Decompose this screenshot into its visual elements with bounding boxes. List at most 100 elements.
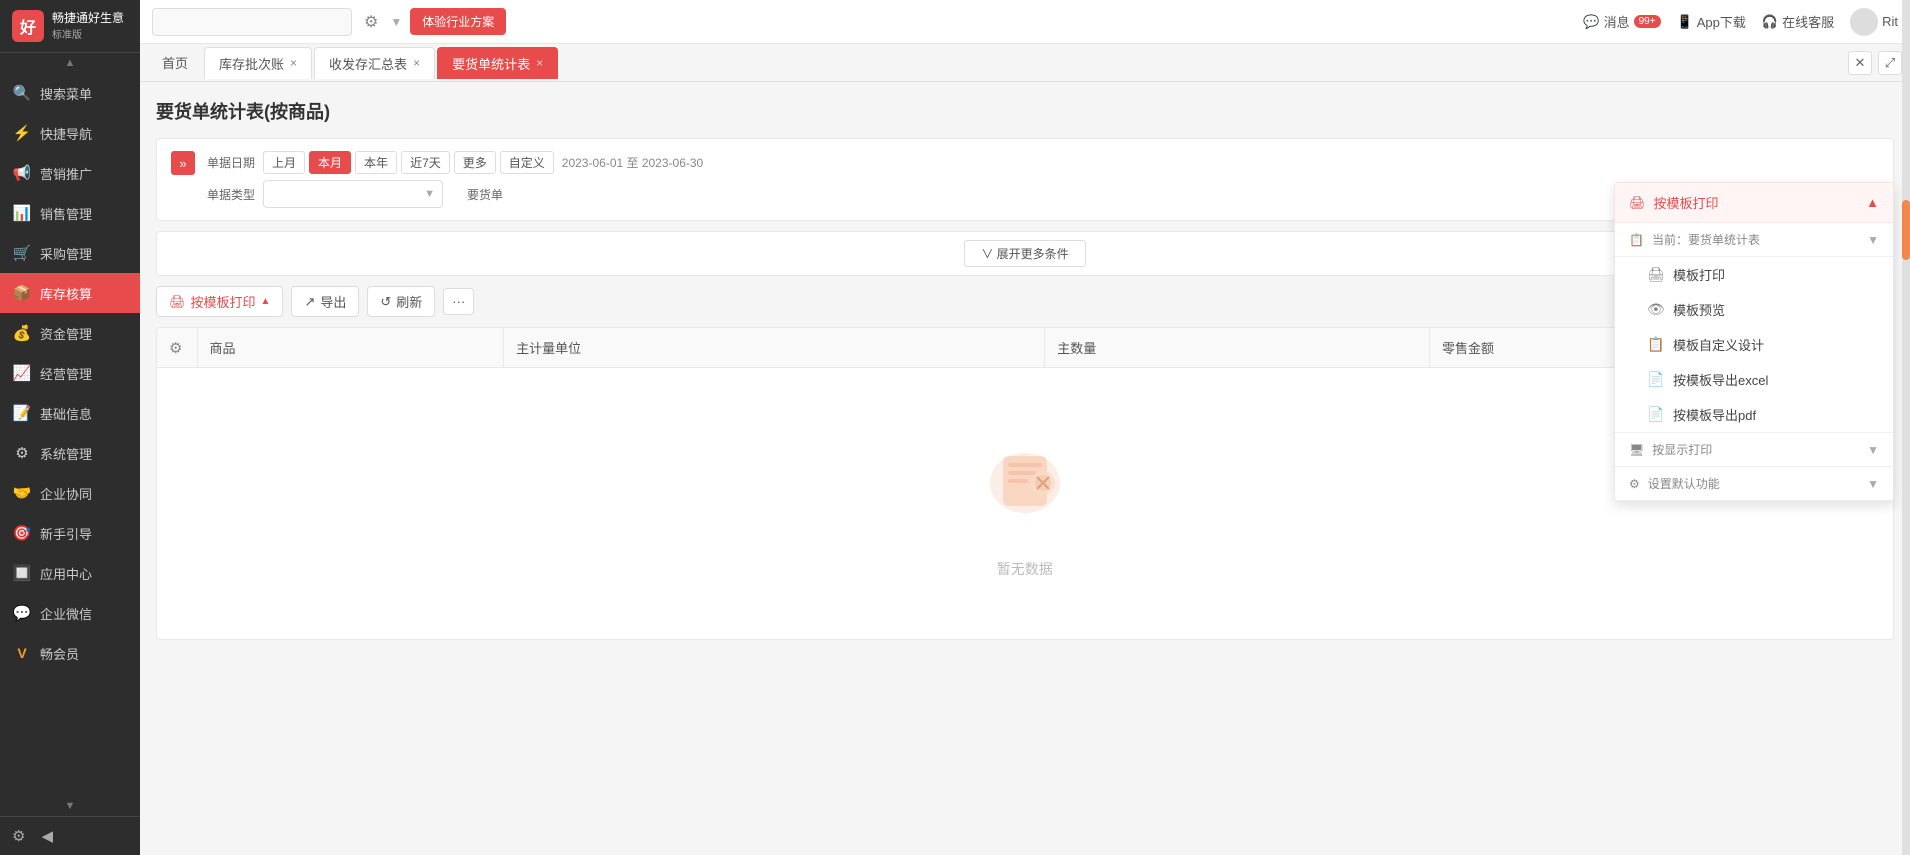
refresh-button[interactable]: ↺ 刷新 <box>367 286 435 317</box>
dropdown-header[interactable]: 🖨 按模板打印 ▲ <box>1615 183 1893 223</box>
pdf-icon: 📄 <box>1647 406 1665 423</box>
date-btn-custom[interactable]: 自定义 <box>500 151 554 174</box>
page-title: 要货单统计表(按商品) <box>156 98 1894 124</box>
template-design-item[interactable]: 📋 模板自定义设计 <box>1615 327 1893 362</box>
operation-icon: 📈 <box>12 363 32 383</box>
trial-button[interactable]: 体验行业方案 <box>410 8 506 35</box>
system-icon: ⚙ <box>12 443 32 463</box>
design-icon: 📋 <box>1647 336 1665 353</box>
tab-close-all-button[interactable]: ✕ <box>1848 51 1872 75</box>
online-service-item[interactable]: 🎧 在线客服 <box>1762 12 1834 31</box>
sales-icon: 📊 <box>12 203 32 223</box>
main-area: ⚙ ▼ 体验行业方案 💬 消息 99+ 📱 App下载 🎧 在线客服 Rit <box>140 0 1910 855</box>
sidebar-item-inventory[interactable]: 📦 库存核算 <box>0 273 140 313</box>
print-button[interactable]: 🖨 按模板打印 ▲ <box>156 286 283 317</box>
template-export-pdf-item[interactable]: 📄 按模板导出pdf <box>1615 397 1893 432</box>
printer-icon: 🖨 <box>1629 195 1646 211</box>
template-export-excel-item[interactable]: 📄 按模板导出excel <box>1615 362 1893 397</box>
template-export-pdf-label: 按模板导出pdf <box>1673 405 1756 424</box>
sidebar-scroll-up[interactable]: ▲ <box>0 53 140 73</box>
tab-receipt-summary[interactable]: 收发存汇总表 × <box>314 47 435 79</box>
sidebar-item-search[interactable]: 🔍 搜索菜单 <box>0 73 140 113</box>
tab-home[interactable]: 首页 <box>148 47 202 79</box>
tab-receipt-summary-close[interactable]: × <box>413 56 420 70</box>
template-export-excel-label: 按模板导出excel <box>1673 370 1768 389</box>
search-input[interactable] <box>152 8 352 36</box>
basics-icon: 📝 <box>12 403 32 423</box>
user-avatar-item[interactable]: Rit <box>1850 8 1898 36</box>
messages-item[interactable]: 💬 消息 99+ <box>1583 12 1660 31</box>
date-btn-last-month[interactable]: 上月 <box>263 151 305 174</box>
download-icon: 📱 <box>1677 14 1693 30</box>
template-print-item[interactable]: 🖨 模板打印 <box>1615 257 1893 292</box>
sidebar-item-label: 快捷导航 <box>40 124 92 143</box>
topbar-chevron-down-icon[interactable]: ▼ <box>390 15 402 29</box>
date-btn-more[interactable]: 更多 <box>454 151 496 174</box>
sidebar-item-label: 资金管理 <box>40 324 92 343</box>
filter-expand-button[interactable]: » <box>171 151 195 175</box>
date-btn-this-month[interactable]: 本月 <box>309 151 351 174</box>
sidebar-item-membership[interactable]: V 畅会员 <box>0 633 140 673</box>
sidebar-toggle-icon[interactable]: ◀ <box>41 827 53 845</box>
col-settings[interactable]: ⚙ <box>157 328 197 368</box>
chevron-up-icon: ▲ <box>261 296 271 307</box>
type-select[interactable] <box>263 180 443 208</box>
app-download-label: App下载 <box>1697 12 1746 31</box>
printer-icon: 🖨 <box>169 294 186 310</box>
expand-more-label: 展开更多条件 <box>997 247 1069 261</box>
tab-order-stats-close[interactable]: × <box>536 56 543 70</box>
current-template-header[interactable]: 📋 当前：要货单统计表 ▼ <box>1615 223 1893 256</box>
sidebar-item-purchase[interactable]: 🛒 采购管理 <box>0 233 140 273</box>
date-btn-this-year[interactable]: 本年 <box>355 151 397 174</box>
template-print-label: 模板打印 <box>1673 265 1725 284</box>
sidebar-scroll-down[interactable]: ▼ <box>0 796 140 816</box>
more-button[interactable]: ··· <box>443 288 474 315</box>
app-download-item[interactable]: 📱 App下载 <box>1677 12 1746 31</box>
sidebar-item-basics[interactable]: 📝 基础信息 <box>0 393 140 433</box>
app-center-icon: 🔲 <box>12 563 32 583</box>
sidebar-item-newbie[interactable]: 🎯 新手引导 <box>0 513 140 553</box>
expand-more-button[interactable]: ∨ 展开更多条件 <box>964 240 1085 267</box>
online-service-label: 在线客服 <box>1782 12 1834 31</box>
chevron-down-icon: ▼ <box>1867 233 1879 247</box>
sidebar-item-finance[interactable]: 💰 资金管理 <box>0 313 140 353</box>
enterprise-icon: 🤝 <box>12 483 32 503</box>
sidebar-item-operation[interactable]: 📈 经营管理 <box>0 353 140 393</box>
date-range: 2023-06-01 至 2023-06-30 <box>562 154 703 171</box>
right-scrollbar[interactable] <box>1902 0 1910 855</box>
tab-order-stats[interactable]: 要货单统计表 × <box>437 47 558 79</box>
date-btn-last-7days[interactable]: 近7天 <box>401 151 450 174</box>
empty-text: 暂无数据 <box>997 559 1053 579</box>
settings-icon[interactable]: ⚙ <box>12 827 25 845</box>
sidebar-bottom: ⚙ ◀ <box>0 816 140 855</box>
tab-inventory-batch-close[interactable]: × <box>290 56 297 70</box>
sidebar-item-corp-wechat[interactable]: 💬 企业微信 <box>0 593 140 633</box>
display-print-header[interactable]: 🖥 按显示打印 ▼ <box>1615 433 1893 466</box>
gear-icon[interactable]: ⚙ <box>360 8 382 36</box>
export-button[interactable]: ↗ 导出 <box>291 286 359 317</box>
scrollbar-thumb[interactable] <box>1902 200 1910 260</box>
tab-receipt-summary-label: 收发存汇总表 <box>329 54 407 73</box>
settings-icon[interactable]: ⚙ <box>169 340 182 357</box>
sidebar-item-label: 搜索菜单 <box>40 84 92 103</box>
date-label: 单据日期 <box>207 154 255 171</box>
type-select-wrap: ▼ <box>263 180 443 208</box>
sidebar-item-system[interactable]: ⚙ 系统管理 <box>0 433 140 473</box>
sidebar-item-sales[interactable]: 📊 销售管理 <box>0 193 140 233</box>
default-func-header[interactable]: ⚙ 设置默认功能 ▼ <box>1615 467 1893 500</box>
tab-maximize-button[interactable]: ⤢ <box>1878 51 1902 75</box>
tab-inventory-batch[interactable]: 库存批次账 × <box>204 47 312 79</box>
template-icon: 📋 <box>1629 233 1644 247</box>
avatar <box>1850 8 1878 36</box>
tab-home-label: 首页 <box>162 53 188 72</box>
export-icon: ↗ <box>304 294 315 310</box>
topbar-right: 💬 消息 99+ 📱 App下载 🎧 在线客服 Rit <box>1583 8 1898 36</box>
template-preview-item[interactable]: 👁 模板预览 <box>1615 292 1893 327</box>
sidebar-item-app-center[interactable]: 🔲 应用中心 <box>0 553 140 593</box>
export-label: 导出 <box>320 292 346 311</box>
sidebar-item-enterprise[interactable]: 🤝 企业协同 <box>0 473 140 513</box>
sidebar-item-marketing[interactable]: 📢 营销推广 <box>0 153 140 193</box>
sidebar-item-label: 企业微信 <box>40 604 92 623</box>
sidebar-nav: 🔍 搜索菜单 ⚡ 快捷导航 📢 营销推广 📊 销售管理 🛒 采购管理 📦 库存核… <box>0 73 140 796</box>
sidebar-item-quick-nav[interactable]: ⚡ 快捷导航 <box>0 113 140 153</box>
